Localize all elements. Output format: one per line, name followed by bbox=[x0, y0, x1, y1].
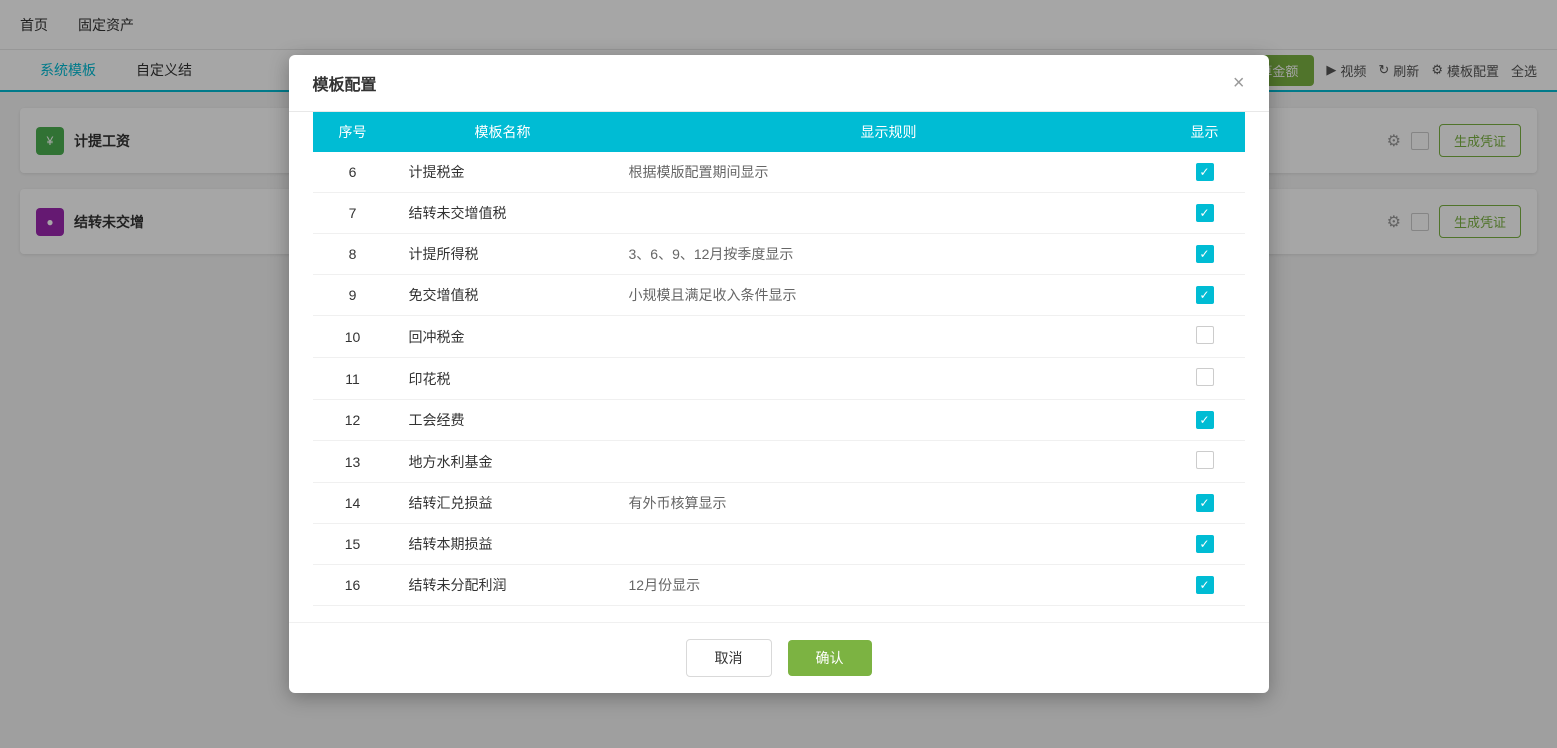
cell-rule bbox=[613, 400, 1165, 441]
cell-checkbox bbox=[1165, 400, 1245, 441]
cell-name: 工会经费 bbox=[393, 400, 613, 441]
cell-checkbox bbox=[1165, 358, 1245, 400]
modal-template-config: 模板配置 × 序号 模板名称 显示规则 显示 6计提税金根据模版配置期间显 bbox=[289, 55, 1269, 693]
cell-rule: 小规模且满足收入条件显示 bbox=[613, 275, 1165, 316]
modal-close-button[interactable]: × bbox=[1233, 73, 1245, 93]
cell-name: 免交增值税 bbox=[393, 275, 613, 316]
cell-seq: 15 bbox=[313, 524, 393, 565]
cell-rule: 3、6、9、12月按季度显示 bbox=[613, 234, 1165, 275]
table-row: 15结转本期损益 bbox=[313, 524, 1245, 565]
checkbox-row-7[interactable] bbox=[1196, 451, 1214, 469]
cell-seq: 9 bbox=[313, 275, 393, 316]
checkbox-row-9[interactable] bbox=[1196, 535, 1214, 553]
cancel-button[interactable]: 取消 bbox=[686, 639, 772, 677]
checkbox-row-3[interactable] bbox=[1196, 286, 1214, 304]
cell-name: 地方水利基金 bbox=[393, 441, 613, 483]
checkbox-row-0[interactable] bbox=[1196, 163, 1214, 181]
modal-header: 模板配置 × bbox=[289, 55, 1269, 112]
checkbox-row-4[interactable] bbox=[1196, 326, 1214, 344]
col-header-display: 显示 bbox=[1165, 112, 1245, 152]
table-row: 6计提税金根据模版配置期间显示 bbox=[313, 152, 1245, 193]
col-header-name: 模板名称 bbox=[393, 112, 613, 152]
cell-name: 计提税金 bbox=[393, 152, 613, 193]
checkbox-row-5[interactable] bbox=[1196, 368, 1214, 386]
config-table: 序号 模板名称 显示规则 显示 6计提税金根据模版配置期间显示7结转未交增值税8… bbox=[313, 112, 1245, 606]
modal-overlay: 模板配置 × 序号 模板名称 显示规则 显示 6计提税金根据模版配置期间显 bbox=[0, 0, 1557, 748]
table-row: 8计提所得税3、6、9、12月按季度显示 bbox=[313, 234, 1245, 275]
cell-name: 结转汇兑损益 bbox=[393, 483, 613, 524]
cell-rule bbox=[613, 524, 1165, 565]
cell-seq: 8 bbox=[313, 234, 393, 275]
table-head: 序号 模板名称 显示规则 显示 bbox=[313, 112, 1245, 152]
table-row: 9免交增值税小规模且满足收入条件显示 bbox=[313, 275, 1245, 316]
cell-name: 结转未交增值税 bbox=[393, 193, 613, 234]
cell-name: 计提所得税 bbox=[393, 234, 613, 275]
cell-checkbox bbox=[1165, 152, 1245, 193]
table-row: 10回冲税金 bbox=[313, 316, 1245, 358]
modal-footer: 取消 确认 bbox=[289, 622, 1269, 693]
cell-rule: 有外币核算显示 bbox=[613, 483, 1165, 524]
cell-rule bbox=[613, 441, 1165, 483]
modal-body: 序号 模板名称 显示规则 显示 6计提税金根据模版配置期间显示7结转未交增值税8… bbox=[289, 112, 1269, 622]
table-row: 13地方水利基金 bbox=[313, 441, 1245, 483]
table-container[interactable]: 序号 模板名称 显示规则 显示 6计提税金根据模版配置期间显示7结转未交增值税8… bbox=[313, 112, 1245, 606]
cell-rule bbox=[613, 358, 1165, 400]
cell-checkbox bbox=[1165, 316, 1245, 358]
table-row: 7结转未交增值税 bbox=[313, 193, 1245, 234]
cell-checkbox bbox=[1165, 441, 1245, 483]
table-row: 12工会经费 bbox=[313, 400, 1245, 441]
cell-seq: 10 bbox=[313, 316, 393, 358]
cell-checkbox bbox=[1165, 483, 1245, 524]
cell-seq: 7 bbox=[313, 193, 393, 234]
confirm-button[interactable]: 确认 bbox=[788, 640, 872, 676]
col-header-rule: 显示规则 bbox=[613, 112, 1165, 152]
cell-rule bbox=[613, 193, 1165, 234]
cell-seq: 6 bbox=[313, 152, 393, 193]
checkbox-row-8[interactable] bbox=[1196, 494, 1214, 512]
cell-name: 回冲税金 bbox=[393, 316, 613, 358]
checkbox-row-2[interactable] bbox=[1196, 245, 1214, 263]
cell-rule: 根据模版配置期间显示 bbox=[613, 152, 1165, 193]
cell-seq: 11 bbox=[313, 358, 393, 400]
cell-name: 结转本期损益 bbox=[393, 524, 613, 565]
cell-seq: 13 bbox=[313, 441, 393, 483]
modal-title: 模板配置 bbox=[313, 71, 377, 95]
cell-rule: 12月份显示 bbox=[613, 565, 1165, 606]
table-row: 16结转未分配利润12月份显示 bbox=[313, 565, 1245, 606]
cell-rule bbox=[613, 316, 1165, 358]
table-row: 14结转汇兑损益有外币核算显示 bbox=[313, 483, 1245, 524]
cell-seq: 14 bbox=[313, 483, 393, 524]
checkbox-row-1[interactable] bbox=[1196, 204, 1214, 222]
cell-checkbox bbox=[1165, 275, 1245, 316]
cell-checkbox bbox=[1165, 193, 1245, 234]
cell-checkbox bbox=[1165, 565, 1245, 606]
cell-checkbox bbox=[1165, 524, 1245, 565]
checkbox-row-6[interactable] bbox=[1196, 411, 1214, 429]
table-header-row: 序号 模板名称 显示规则 显示 bbox=[313, 112, 1245, 152]
checkbox-row-10[interactable] bbox=[1196, 576, 1214, 594]
cell-seq: 12 bbox=[313, 400, 393, 441]
table-body: 6计提税金根据模版配置期间显示7结转未交增值税8计提所得税3、6、9、12月按季… bbox=[313, 152, 1245, 606]
cell-seq: 16 bbox=[313, 565, 393, 606]
cell-checkbox bbox=[1165, 234, 1245, 275]
cell-name: 印花税 bbox=[393, 358, 613, 400]
table-row: 11印花税 bbox=[313, 358, 1245, 400]
col-header-seq: 序号 bbox=[313, 112, 393, 152]
cell-name: 结转未分配利润 bbox=[393, 565, 613, 606]
